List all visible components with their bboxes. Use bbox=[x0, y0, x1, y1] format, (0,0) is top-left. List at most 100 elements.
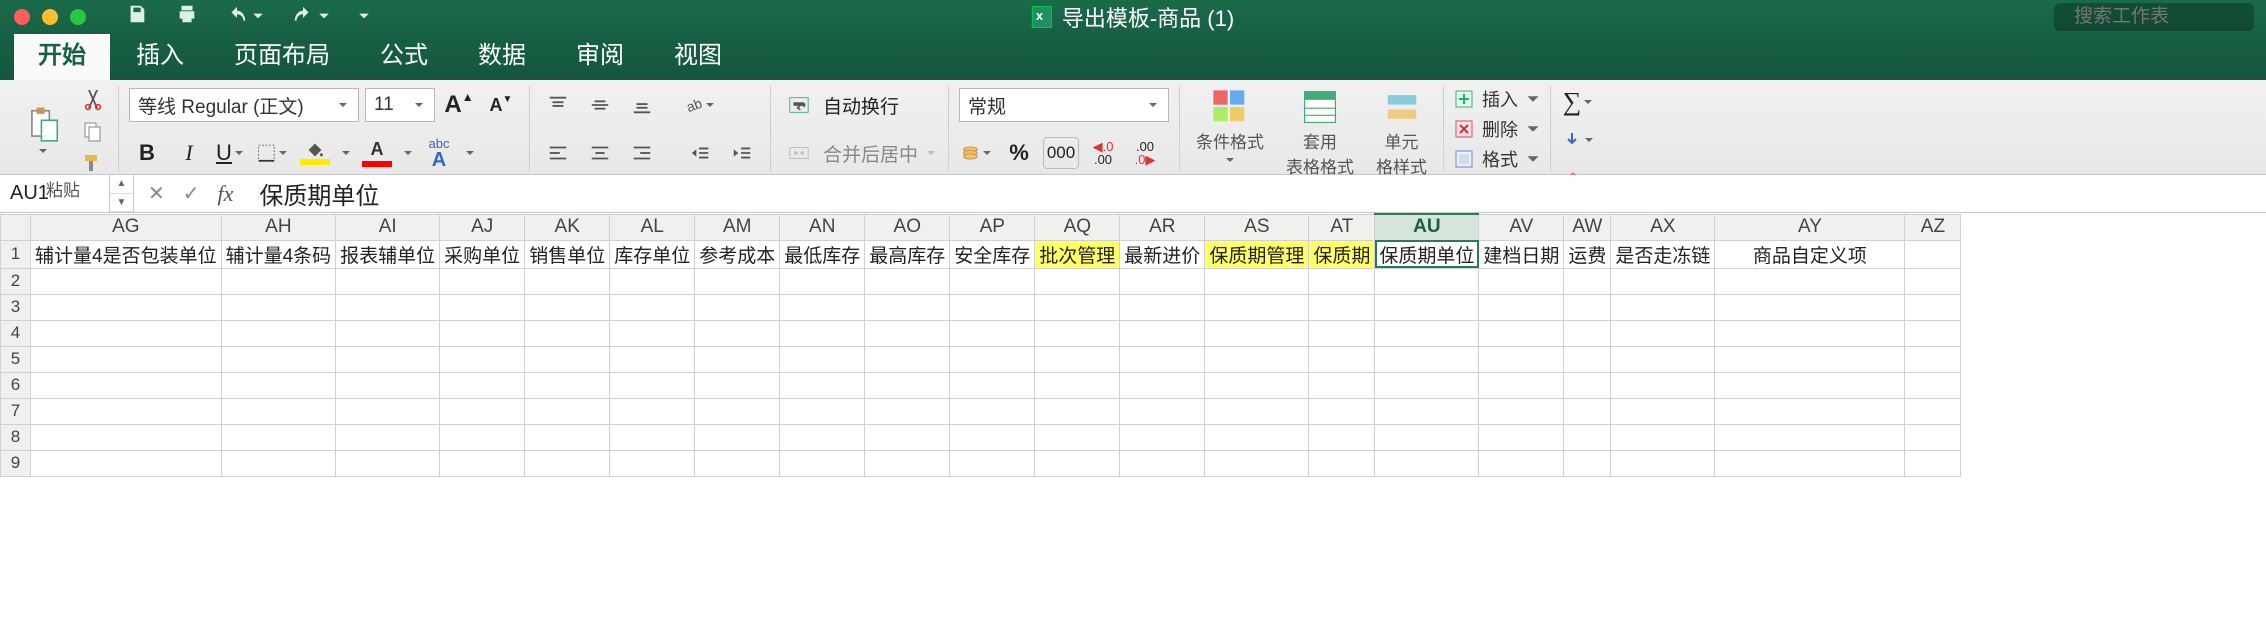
align-bottom-button[interactable] bbox=[624, 89, 660, 121]
zoom-window-button[interactable] bbox=[70, 9, 86, 25]
cell[interactable] bbox=[440, 268, 525, 294]
cell[interactable] bbox=[221, 450, 336, 476]
cell[interactable]: 报表辅单位 bbox=[336, 240, 440, 268]
cell[interactable] bbox=[1564, 398, 1611, 424]
bold-button[interactable]: B bbox=[129, 137, 165, 169]
cell[interactable] bbox=[1905, 450, 1961, 476]
col-header-AT[interactable]: AT bbox=[1309, 214, 1375, 240]
cell[interactable] bbox=[1309, 268, 1375, 294]
qat-customize-icon[interactable] bbox=[358, 6, 370, 28]
col-header-AV[interactable]: AV bbox=[1479, 214, 1564, 240]
cell[interactable] bbox=[1205, 398, 1309, 424]
col-header-AR[interactable]: AR bbox=[1120, 214, 1205, 240]
select-all-corner[interactable] bbox=[1, 214, 31, 240]
cell[interactable] bbox=[221, 372, 336, 398]
cell[interactable] bbox=[1375, 268, 1479, 294]
cell[interactable] bbox=[695, 372, 780, 398]
align-top-button[interactable] bbox=[540, 89, 576, 121]
cell[interactable] bbox=[1035, 372, 1120, 398]
cell[interactable] bbox=[1309, 346, 1375, 372]
row-header[interactable]: 9 bbox=[1, 450, 31, 476]
search-input[interactable] bbox=[2074, 6, 2266, 28]
cell[interactable] bbox=[440, 398, 525, 424]
cell[interactable] bbox=[950, 268, 1035, 294]
undo-icon[interactable] bbox=[226, 6, 264, 28]
cell[interactable] bbox=[525, 268, 610, 294]
fx-icon[interactable]: fx bbox=[218, 181, 234, 207]
cell[interactable]: 是否走冻链 bbox=[1611, 240, 1715, 268]
cell[interactable]: 辅计量4条码 bbox=[221, 240, 336, 268]
cell[interactable] bbox=[1905, 372, 1961, 398]
cell[interactable] bbox=[1715, 450, 1905, 476]
cell[interactable] bbox=[780, 346, 865, 372]
cell[interactable] bbox=[1905, 320, 1961, 346]
cell[interactable]: 最新进价 bbox=[1120, 240, 1205, 268]
cell[interactable] bbox=[1564, 424, 1611, 450]
row-header[interactable]: 7 bbox=[1, 398, 31, 424]
cell[interactable]: 批次管理 bbox=[1035, 240, 1120, 268]
cell[interactable]: 保质期管理 bbox=[1205, 240, 1309, 268]
col-header-AN[interactable]: AN bbox=[780, 214, 865, 240]
col-header-AW[interactable]: AW bbox=[1564, 214, 1611, 240]
font-color-button[interactable]: A bbox=[359, 137, 395, 169]
fill-color-button[interactable] bbox=[297, 137, 333, 169]
cell[interactable] bbox=[1120, 372, 1205, 398]
cell[interactable] bbox=[336, 294, 440, 320]
cell[interactable] bbox=[1120, 294, 1205, 320]
cell[interactable]: 保质期单位 bbox=[1375, 240, 1479, 268]
currency-button[interactable] bbox=[959, 137, 995, 169]
cell[interactable] bbox=[525, 424, 610, 450]
cell[interactable] bbox=[1479, 346, 1564, 372]
cell[interactable] bbox=[950, 346, 1035, 372]
col-header-AP[interactable]: AP bbox=[950, 214, 1035, 240]
cancel-formula-icon[interactable]: ✕ bbox=[148, 181, 165, 206]
cell[interactable] bbox=[1120, 320, 1205, 346]
cell[interactable] bbox=[610, 450, 695, 476]
cell[interactable] bbox=[1205, 424, 1309, 450]
cell[interactable]: 库存单位 bbox=[610, 240, 695, 268]
name-box-stepper[interactable]: ▲▼ bbox=[110, 175, 134, 212]
cell[interactable] bbox=[1479, 294, 1564, 320]
cell[interactable] bbox=[1035, 320, 1120, 346]
cell[interactable] bbox=[950, 320, 1035, 346]
formula-input[interactable] bbox=[247, 175, 2266, 212]
cell[interactable] bbox=[440, 346, 525, 372]
name-box[interactable]: AU1 bbox=[0, 175, 110, 212]
decrease-indent-button[interactable] bbox=[682, 137, 718, 169]
cell[interactable] bbox=[1479, 268, 1564, 294]
cell[interactable] bbox=[1715, 372, 1905, 398]
cell[interactable] bbox=[1309, 294, 1375, 320]
cell[interactable] bbox=[1715, 294, 1905, 320]
cell[interactable] bbox=[1479, 424, 1564, 450]
cell[interactable] bbox=[1611, 320, 1715, 346]
cell[interactable] bbox=[336, 372, 440, 398]
cell[interactable] bbox=[1715, 320, 1905, 346]
align-right-button[interactable] bbox=[624, 137, 660, 169]
insert-cells-button[interactable]: 插入 bbox=[1454, 86, 1540, 112]
cell[interactable] bbox=[610, 294, 695, 320]
cell[interactable] bbox=[950, 424, 1035, 450]
cell[interactable] bbox=[780, 450, 865, 476]
cell[interactable] bbox=[865, 268, 950, 294]
increase-indent-button[interactable] bbox=[724, 137, 760, 169]
cell[interactable] bbox=[1120, 346, 1205, 372]
align-center-button[interactable] bbox=[582, 137, 618, 169]
cell[interactable] bbox=[1309, 424, 1375, 450]
col-header-AS[interactable]: AS bbox=[1205, 214, 1309, 240]
col-header-AU[interactable]: AU bbox=[1375, 214, 1479, 240]
cell[interactable] bbox=[31, 398, 222, 424]
col-header-AH[interactable]: AH bbox=[221, 214, 336, 240]
cell[interactable] bbox=[440, 372, 525, 398]
cell[interactable] bbox=[695, 450, 780, 476]
cell[interactable] bbox=[1905, 346, 1961, 372]
cell[interactable]: 最低库存 bbox=[780, 240, 865, 268]
cell[interactable] bbox=[695, 346, 780, 372]
col-header-AQ[interactable]: AQ bbox=[1035, 214, 1120, 240]
col-header-AK[interactable]: AK bbox=[525, 214, 610, 240]
cell[interactable]: 辅计量4是否包装单位 bbox=[31, 240, 222, 268]
cell[interactable] bbox=[865, 294, 950, 320]
cell[interactable] bbox=[695, 268, 780, 294]
cell[interactable] bbox=[525, 346, 610, 372]
cell[interactable] bbox=[1715, 424, 1905, 450]
cell[interactable] bbox=[1309, 450, 1375, 476]
